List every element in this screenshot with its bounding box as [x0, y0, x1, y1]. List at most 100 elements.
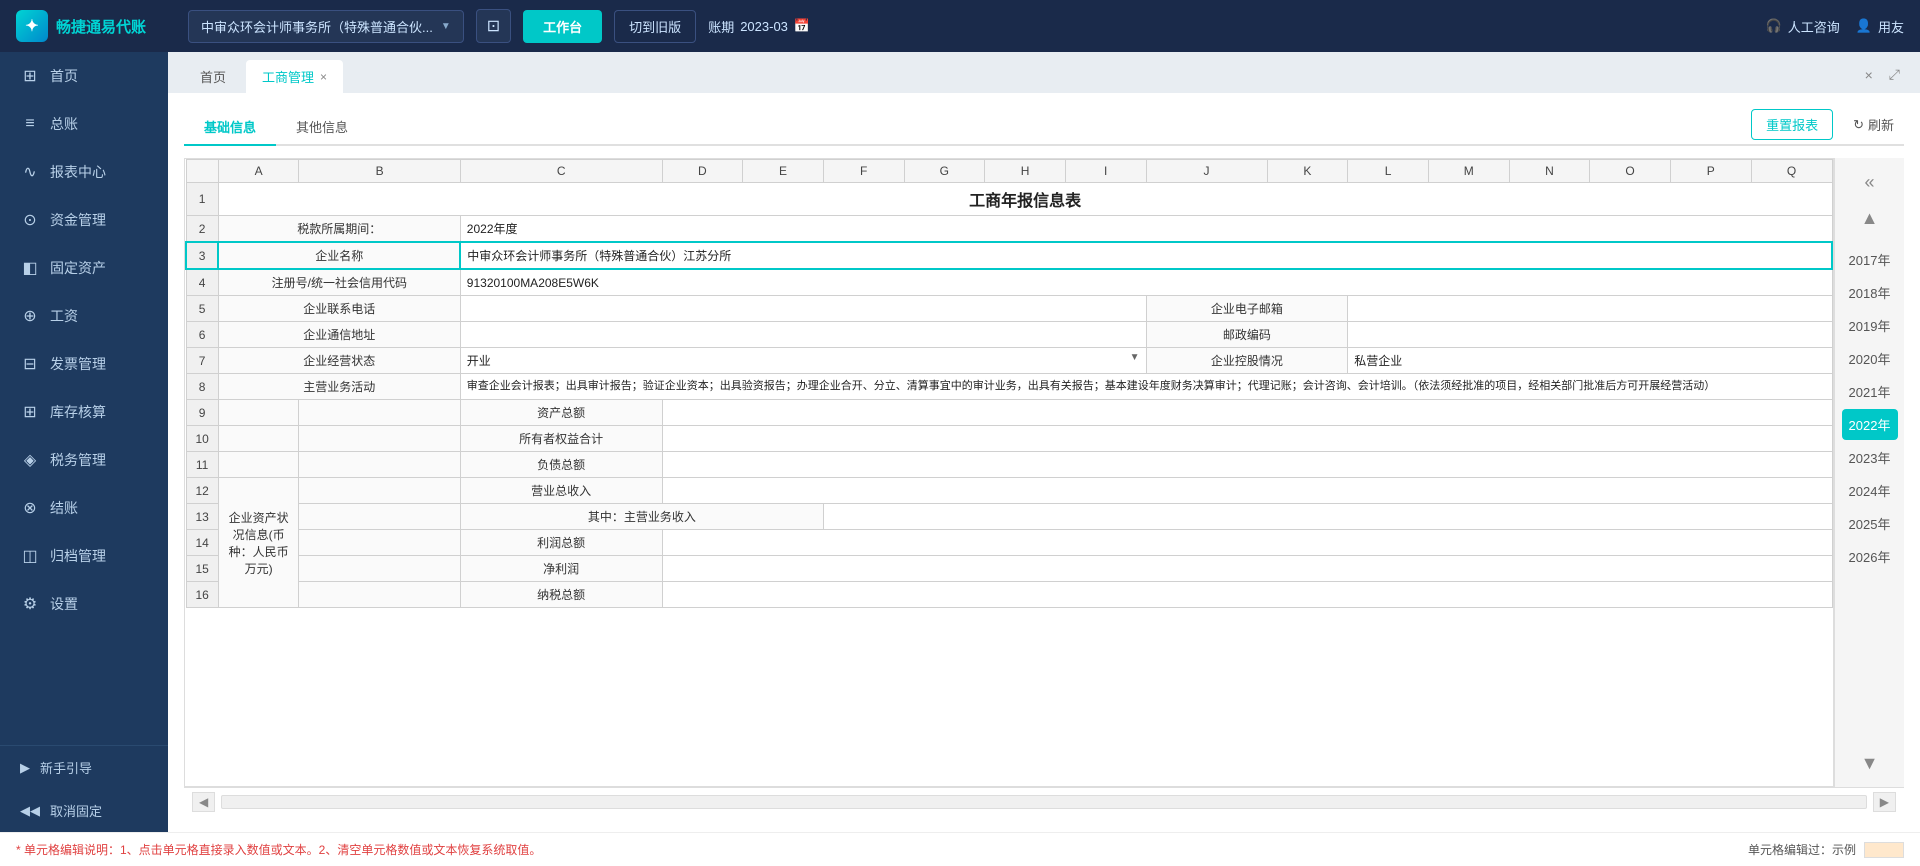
- year-2022[interactable]: 2022年: [1842, 409, 1898, 440]
- sidebar-item-salary[interactable]: ⊕ 工资: [0, 292, 168, 340]
- home-icon: ⊞: [20, 66, 40, 86]
- col-q-header[interactable]: Q: [1751, 160, 1832, 183]
- col-b-header[interactable]: B: [299, 160, 460, 183]
- sidebar-label-assets: 固定资产: [50, 258, 106, 278]
- sub-tab-other[interactable]: 其他信息: [276, 109, 368, 146]
- row7-control-value[interactable]: 私营企业: [1348, 348, 1832, 374]
- sidebar-item-inventory[interactable]: ⊞ 库存核算: [0, 388, 168, 436]
- row-num-14: 14: [186, 530, 218, 556]
- row11-value[interactable]: [662, 452, 1832, 478]
- panel-up-button[interactable]: ▲: [1854, 202, 1886, 234]
- row6-zip[interactable]: [1348, 322, 1832, 348]
- row6-zip-label: 邮政编码: [1146, 322, 1348, 348]
- sidebar-item-assets[interactable]: ◧ 固定资产: [0, 244, 168, 292]
- close-period-icon: ⊗: [20, 498, 40, 518]
- old-version-button[interactable]: 切到旧版: [614, 10, 696, 43]
- year-2024[interactable]: 2024年: [1842, 475, 1898, 506]
- col-c-header[interactable]: C: [460, 160, 662, 183]
- sidebar-item-home[interactable]: ⊞ 首页: [0, 52, 168, 100]
- company-selector[interactable]: 中审众环会计师事务所（特殊普通合伙... ▼: [188, 10, 464, 43]
- row2-value[interactable]: 2022年度: [460, 216, 1832, 243]
- row16-value[interactable]: [662, 582, 1832, 608]
- tab-active-commerce[interactable]: 工商管理 ×: [246, 60, 343, 93]
- col-j-header[interactable]: J: [1146, 160, 1267, 183]
- sidebar-item-invoice[interactable]: ⊟ 发票管理: [0, 340, 168, 388]
- row5-email[interactable]: [1348, 296, 1832, 322]
- col-l-header[interactable]: L: [1348, 160, 1429, 183]
- col-e-header[interactable]: E: [743, 160, 824, 183]
- col-o-header[interactable]: O: [1590, 160, 1671, 183]
- sidebar-item-ledger[interactable]: ≡ 总账: [0, 100, 168, 148]
- panel-down-button[interactable]: ▼: [1854, 747, 1886, 779]
- workbench-button[interactable]: 工作台: [523, 10, 602, 43]
- year-2019[interactable]: 2019年: [1842, 310, 1898, 341]
- service-button[interactable]: 🎧 人工咨询: [1766, 17, 1840, 36]
- table-row: 10 所有者权益合计: [186, 426, 1832, 452]
- sidebar-item-close[interactable]: ⊗ 结账: [0, 484, 168, 532]
- row7-status[interactable]: 开业 ▼: [460, 348, 1146, 374]
- horizontal-scrollbar[interactable]: [221, 795, 1867, 809]
- sidebar-item-funds[interactable]: ⊙ 资金管理: [0, 196, 168, 244]
- col-i-header[interactable]: I: [1065, 160, 1146, 183]
- row3-value[interactable]: 中审众环会计师事务所（特殊普通合伙）江苏分所: [460, 242, 1832, 269]
- sidebar-label-archive: 归档管理: [50, 546, 106, 566]
- col-g-header[interactable]: G: [904, 160, 985, 183]
- window-close-button[interactable]: ×: [1861, 65, 1877, 85]
- row6-address[interactable]: [460, 322, 1146, 348]
- row5-email-label: 企业电子邮箱: [1146, 296, 1348, 322]
- spreadsheet-table: A B C D E F G H I J K L: [185, 159, 1833, 608]
- col-d-header[interactable]: D: [662, 160, 743, 183]
- year-2023[interactable]: 2023年: [1842, 442, 1898, 473]
- sidebar-item-tax[interactable]: ◈ 税务管理: [0, 436, 168, 484]
- row10-value[interactable]: [662, 426, 1832, 452]
- row9-value[interactable]: [662, 400, 1832, 426]
- sidebar-item-reports[interactable]: ∿ 报表中心: [0, 148, 168, 196]
- col-m-header[interactable]: M: [1428, 160, 1509, 183]
- col-h-header[interactable]: H: [985, 160, 1066, 183]
- col-n-header[interactable]: N: [1509, 160, 1590, 183]
- refresh-button[interactable]: ↻ 刷新: [1843, 110, 1904, 139]
- scroll-left-button[interactable]: ◀: [192, 792, 215, 812]
- col-p-header[interactable]: P: [1670, 160, 1751, 183]
- col-a-header[interactable]: A: [218, 160, 299, 183]
- sidebar-item-archive[interactable]: ◫ 归档管理: [0, 532, 168, 580]
- unpin-item[interactable]: ◀◀ 取消固定: [0, 789, 168, 832]
- sheet-title[interactable]: 工商年报信息表: [218, 183, 1832, 216]
- new-guide-item[interactable]: ▶ 新手引导: [0, 746, 168, 789]
- window-expand-button[interactable]: ⤢: [1885, 64, 1904, 85]
- sidebar-item-settings[interactable]: ⚙ 设置: [0, 580, 168, 628]
- scroll-right-button[interactable]: ▶: [1873, 792, 1896, 812]
- col-k-header[interactable]: K: [1267, 160, 1348, 183]
- user-area[interactable]: 👤 用友: [1856, 17, 1904, 36]
- sub-tab-basic[interactable]: 基础信息: [184, 109, 276, 146]
- row-num-12: 12: [186, 478, 218, 504]
- year-2017[interactable]: 2017年: [1842, 244, 1898, 275]
- panel-collapse-button[interactable]: «: [1854, 166, 1886, 198]
- col-f-header[interactable]: F: [823, 160, 904, 183]
- row5-phone[interactable]: [460, 296, 1146, 322]
- reset-report-button[interactable]: 重置报表: [1751, 109, 1833, 140]
- row4-value[interactable]: 91320100MA208E5W6K: [460, 269, 1832, 296]
- sidebar-label-settings: 设置: [50, 594, 78, 614]
- year-2026[interactable]: 2026年: [1842, 541, 1898, 572]
- year-2025[interactable]: 2025年: [1842, 508, 1898, 539]
- row13-b: [299, 504, 460, 530]
- row8-value[interactable]: 审查企业会计报表；出具审计报告；验证企业资本；出具验资报告；办理企业合开、分立、…: [460, 374, 1832, 400]
- copy-button[interactable]: ⊡: [476, 9, 511, 43]
- year-2018[interactable]: 2018年: [1842, 277, 1898, 308]
- year-2020[interactable]: 2020年: [1842, 343, 1898, 374]
- calendar-icon[interactable]: 📅: [794, 18, 810, 34]
- row15-value[interactable]: [662, 556, 1832, 582]
- row12-value[interactable]: [662, 478, 1832, 504]
- row-num-3: 3: [186, 242, 218, 269]
- sidebar-label-home: 首页: [50, 66, 78, 86]
- logo-icon: ✦: [16, 10, 48, 42]
- tab-close-button[interactable]: ×: [320, 71, 327, 83]
- row11-c: 负债总额: [460, 452, 662, 478]
- year-2021[interactable]: 2021年: [1842, 376, 1898, 407]
- row14-value[interactable]: [662, 530, 1832, 556]
- tab-home[interactable]: 首页: [184, 60, 242, 93]
- row14-c: 利润总额: [460, 530, 662, 556]
- row13-value[interactable]: [823, 504, 1832, 530]
- guide-icon: ▶: [20, 760, 30, 776]
